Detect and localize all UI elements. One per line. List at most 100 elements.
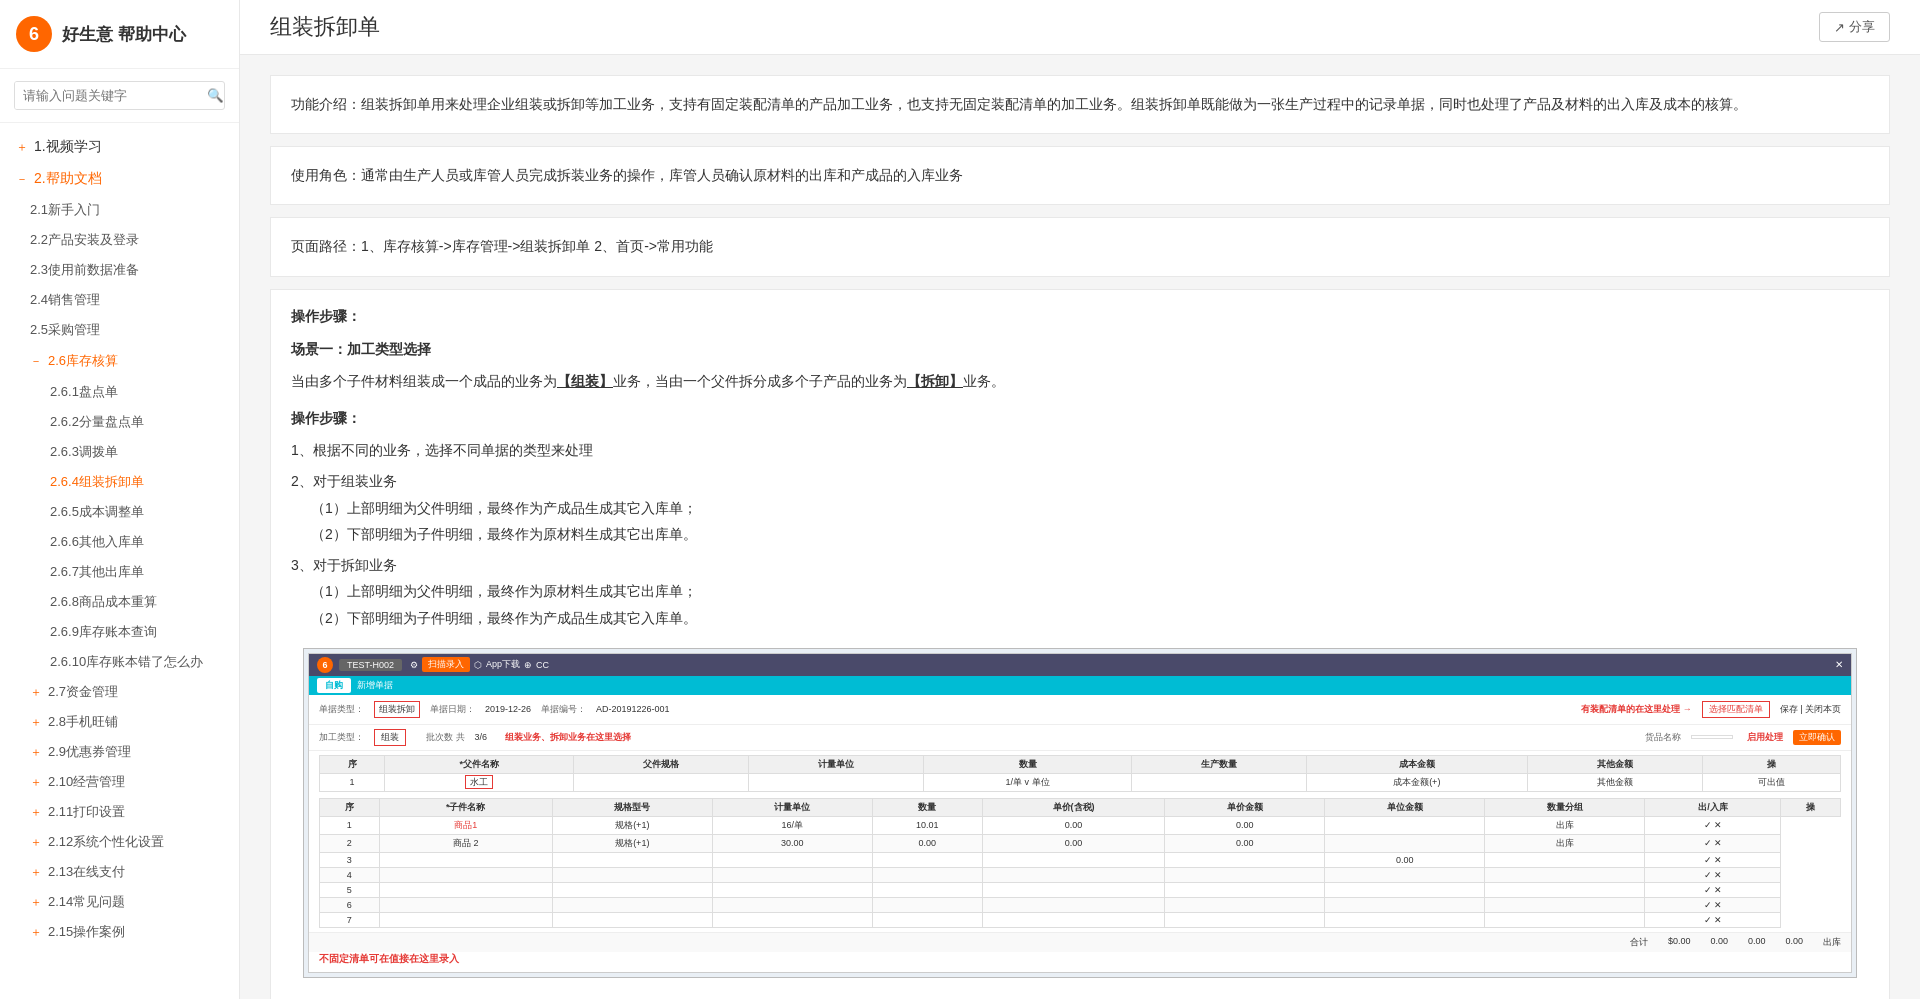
sim-parent-field: 水工 — [465, 775, 493, 789]
sim-footer: 合计 $0.00 0.00 0.00 0.00 出库 — [309, 932, 1851, 952]
col-unit: 计量单位 — [749, 755, 924, 773]
search-button[interactable]: 🔍 — [199, 82, 225, 109]
sidebar-item-21[interactable]: 2.1新手入门 — [30, 195, 239, 225]
nav-tree: ＋ 1.视频学习 － 2.帮助文档 2.1新手入门 2.2产品安装及登录 2.3… — [0, 123, 239, 999]
share-button[interactable]: ↗ 分享 — [1819, 12, 1890, 42]
sidebar-item-266[interactable]: 2.6.6其他入库单 — [50, 527, 239, 557]
sidebar-label-docs: 2.帮助文档 — [34, 170, 102, 188]
sidebar-item-22[interactable]: 2.2产品安装及登录 — [30, 225, 239, 255]
sim-close-btn: ✕ — [1835, 659, 1843, 670]
sidebar-item-26[interactable]: － 2.6库存核算 — [30, 345, 239, 377]
chaique-link[interactable]: 【拆卸】 — [907, 373, 963, 389]
topbar: 组装拆卸单 ↗ 分享 — [240, 0, 1920, 55]
sim-browser-header: 6 TEST-H002 ⚙ 扫描录入 ⬡ App下载 ⊕ CC ✕ — [309, 654, 1851, 676]
step-3-2: （2）下部明细为子件明细，最终作为产成品生成其它入库单。 — [311, 605, 1869, 632]
sim-annotations: 不固定清单可在值接在这里录入 — [319, 952, 1841, 966]
intro-block-1: 功能介绍：组装拆卸单用来处理企业组装或拆卸等加工业务，支持有固定装配清单的产品加… — [270, 75, 1890, 134]
sim-footer-qty: $0.00 — [1668, 936, 1691, 949]
logo-area: 6 好生意 帮助中心 — [0, 0, 239, 69]
ops-heading: 操作步骤： — [291, 308, 1869, 326]
sidebar-item-28[interactable]: ＋ 2.8手机旺铺 — [30, 707, 239, 737]
table-row: 7 ✓ ✕ — [320, 912, 1841, 927]
sidebar-item-213[interactable]: ＋ 2.13在线支付 — [30, 857, 239, 887]
sim-code-value: AD-20191226-001 — [596, 704, 670, 714]
sidebar-item-23[interactable]: 2.3使用前数据准备 — [30, 255, 239, 285]
col-qty: 数量 — [924, 755, 1132, 773]
sim-teal-bar: 自购 新增单据 — [309, 676, 1851, 695]
sidebar-item-25[interactable]: 2.5采购管理 — [30, 315, 239, 345]
table-row: 2 商品 2 规格(+1) 30.00 0.00 0.00 0.00 出库 — [320, 834, 1841, 852]
sidebar-item-212[interactable]: ＋ 2.12系统个性化设置 — [30, 827, 239, 857]
sidebar-item-docs[interactable]: － 2.帮助文档 — [0, 163, 239, 195]
sim-user-icon: ⊕ — [524, 660, 532, 670]
sim-form-area: 单据类型： 组装拆卸 单据日期： 2019-12-26 单据编号： AD-201… — [309, 695, 1851, 725]
inner-screenshot: 6 TEST-H002 ⚙ 扫描录入 ⬡ App下载 ⊕ CC ✕ — [308, 653, 1852, 973]
plus-icon-28: ＋ — [30, 714, 42, 731]
sim-logo: 6 — [317, 657, 333, 673]
path-text: 页面路径：1、库存核算->库存管理->组装拆卸单 2、首页->常用功能 — [291, 234, 1869, 259]
sim-qty-value: 3/6 — [475, 732, 488, 742]
sim-date-label: 单据日期： — [430, 703, 475, 716]
sim-bottom-table: 序 *子件名称 规格型号 计量单位 数量 单价(含税) 单价金额 单位金额 数量… — [319, 798, 1841, 928]
sim-top-table-area: 序 *父件名称 父件规格 计量单位 数量 生产数量 成本金额 其他金额 操 — [309, 751, 1851, 796]
sidebar-label-26: 2.6库存核算 — [48, 352, 118, 370]
sidebar-item-214[interactable]: ＋ 2.14常见问题 — [30, 887, 239, 917]
sim-goods-field — [1691, 735, 1733, 739]
sim-code-label: 单据编号： — [541, 703, 586, 716]
sidebar-item-262[interactable]: 2.6.2分量盘点单 — [50, 407, 239, 437]
minus-icon-26: － — [30, 353, 42, 370]
sim-date-value: 2019-12-26 — [485, 704, 531, 714]
sim-tab-zizhu: 自购 — [317, 678, 351, 693]
ops-steps-heading2: 操作步骤： — [291, 405, 1869, 432]
sim-subtype-label: 加工类型： — [319, 731, 364, 744]
sidebar-item-24[interactable]: 2.4销售管理 — [30, 285, 239, 315]
logo-icon: 6 — [16, 16, 52, 52]
sidebar-item-267[interactable]: 2.6.7其他出库单 — [50, 557, 239, 587]
table-row: 4 ✓ ✕ — [320, 867, 1841, 882]
content-area: 功能介绍：组装拆卸单用来处理企业组装或拆卸等加工业务，支持有固定装配清单的产品加… — [240, 55, 1920, 999]
sidebar-item-261[interactable]: 2.6.1盘点单 — [50, 377, 239, 407]
search-area: 🔍 — [0, 69, 239, 123]
sidebar-item-263[interactable]: 2.6.3调拨单 — [50, 437, 239, 467]
sidebar-item-211[interactable]: ＋ 2.11打印设置 — [30, 797, 239, 827]
sidebar-item-2610[interactable]: 2.6.10库存账本错了怎么办 — [50, 647, 239, 677]
sidebar-item-269[interactable]: 2.6.9库存账本查询 — [50, 617, 239, 647]
sim-top-table: 序 *父件名称 父件规格 计量单位 数量 生产数量 成本金额 其他金额 操 — [319, 755, 1841, 792]
sim-footer-label: 合计 — [1630, 936, 1648, 949]
screenshot-wrapper: 6 TEST-H002 ⚙ 扫描录入 ⬡ App下载 ⊕ CC ✕ — [303, 648, 1857, 978]
sidebar-item-268[interactable]: 2.6.8商品成本重算 — [50, 587, 239, 617]
sidebar-item-29[interactable]: ＋ 2.9优惠券管理 — [30, 737, 239, 767]
table-row: 1 水工 1/单 v 单位 成本金额(+) 其他金额 可出值 — [320, 773, 1841, 791]
table-row: 5 ✓ ✕ — [320, 882, 1841, 897]
col-parent-name: *父件名称 — [385, 755, 574, 773]
table-row: 6 ✓ ✕ — [320, 897, 1841, 912]
sim-close-icon: CC — [536, 660, 549, 670]
plus-icon-213: ＋ — [30, 864, 42, 881]
step-2-2: （2）下部明细为子件明细，最终作为原材料生成其它出库单。 — [311, 521, 1869, 548]
zuozhuang-link[interactable]: 【组装】 — [557, 373, 613, 389]
sidebar-item-265[interactable]: 2.6.5成本调整单 — [50, 497, 239, 527]
intro-text-2: 使用角色：通常由生产人员或库管人员完成拆装业务的操作，库管人员确认原材料的出库和… — [291, 163, 1869, 188]
sim-confirm-btn: 立即确认 — [1793, 730, 1841, 745]
step-1: 1、根据不同的业务，选择不同单据的类型来处理 — [291, 437, 1869, 464]
search-input[interactable] — [15, 82, 199, 109]
sidebar-item-210[interactable]: ＋ 2.10经营管理 — [30, 767, 239, 797]
sim-apply-label: 货品名称 — [1645, 731, 1681, 744]
plus-icon-29: ＋ — [30, 744, 42, 761]
scene1-desc: 当由多个子件材料组装成一个成品的业务为【组装】业务，当由一个父件拆分成多个子产品… — [291, 368, 1869, 395]
annotation-2: 组装业务、拆卸业务在这里选择 — [505, 731, 631, 744]
annotation-4-text: 不固定清单可在值接在这里录入 — [319, 952, 459, 966]
plus-icon-27: ＋ — [30, 684, 42, 701]
sidebar-item-video[interactable]: ＋ 1.视频学习 — [0, 131, 239, 163]
step-3: 3、对于拆卸业务 — [291, 552, 1869, 579]
sim-settings-icon: ⚙ — [410, 660, 418, 670]
sim-footer-total: 0.00 — [1785, 936, 1803, 949]
sidebar-item-27[interactable]: ＋ 2.7资金管理 — [30, 677, 239, 707]
col-action: 操 — [1702, 755, 1840, 773]
sim-url: TEST-H002 — [339, 659, 402, 671]
sidebar-item-215[interactable]: ＋ 2.15操作案例 — [30, 917, 239, 947]
sidebar-item-264[interactable]: 2.6.4组装拆卸单 — [50, 467, 239, 497]
intro-text-1: 功能介绍：组装拆卸单用来处理企业组装或拆卸等加工业务，支持有固定装配清单的产品加… — [291, 92, 1869, 117]
plus-icon-211: ＋ — [30, 804, 42, 821]
col-seq: 序 — [320, 755, 385, 773]
